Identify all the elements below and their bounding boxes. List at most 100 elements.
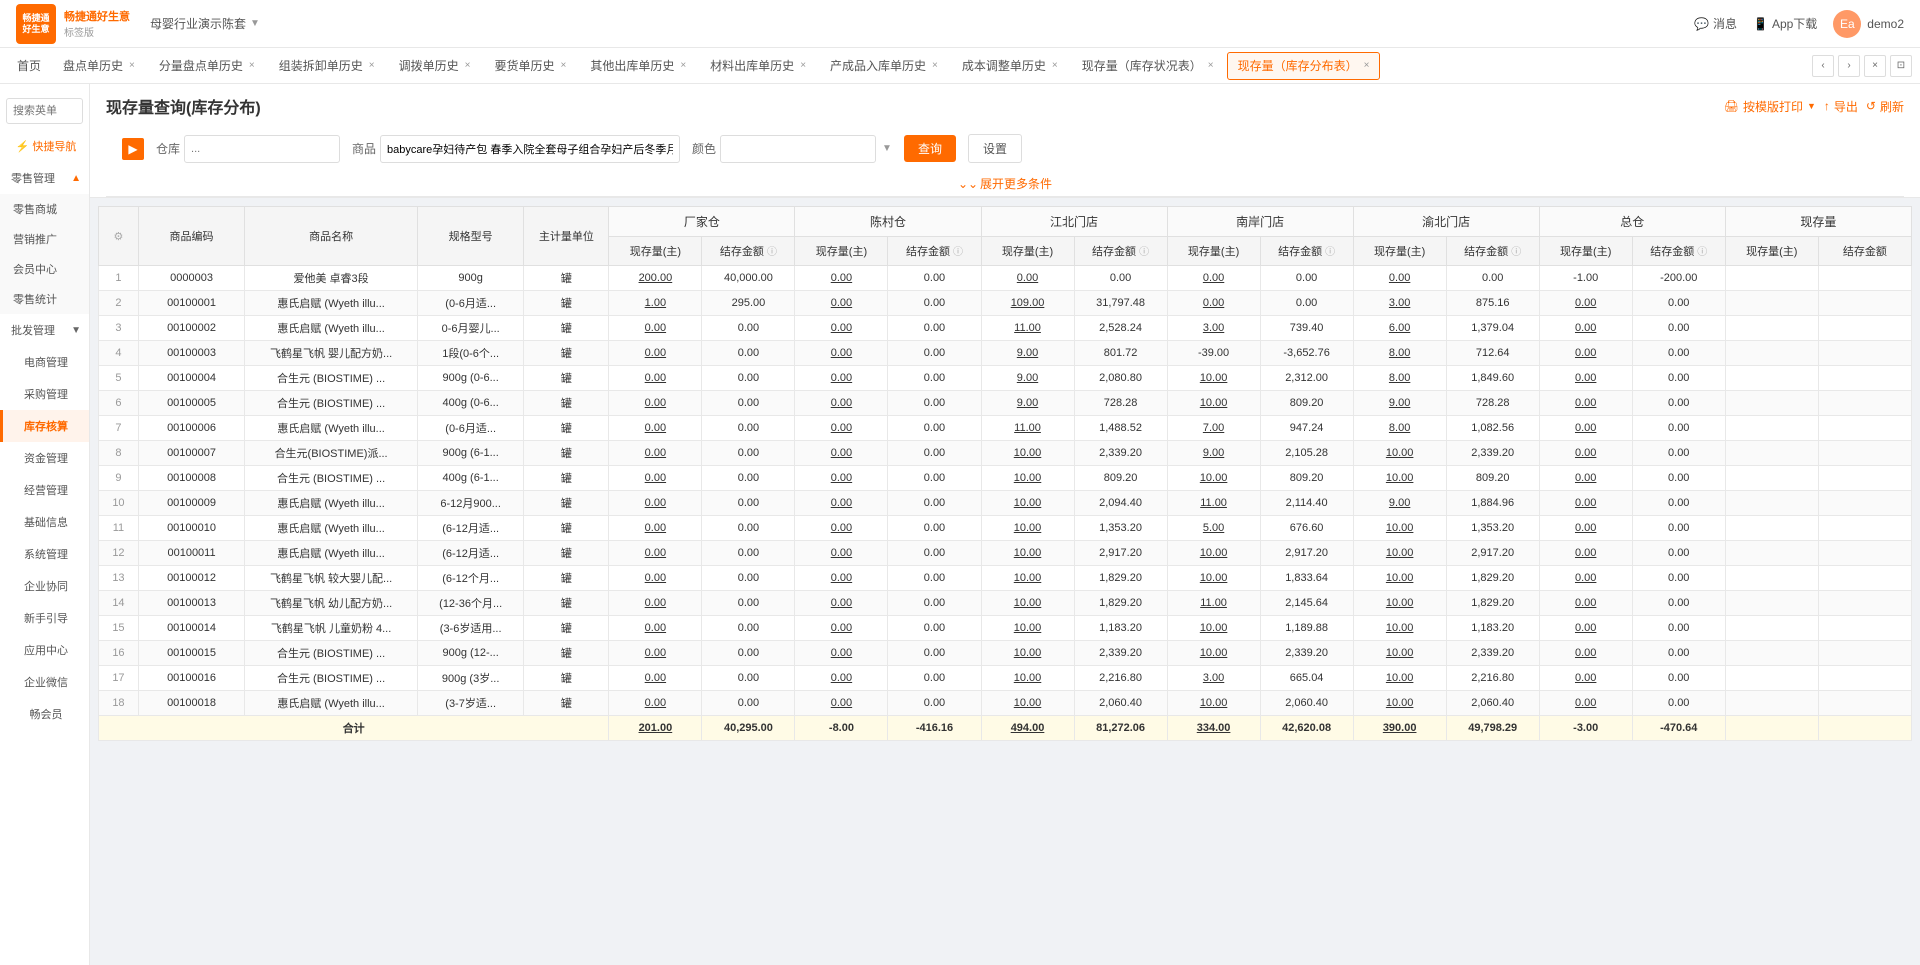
sidebar-item-marketing[interactable]: 营销推广 <box>0 224 89 254</box>
info-icon-f[interactable]: ⓘ <box>767 247 777 258</box>
data-table: ⚙ 商品编码 商品名称 规格型号 主计量单位 厂家仓 陈村仓 江北门店 南岸门店… <box>98 206 1912 741</box>
sidebar-item-company[interactable]: 企业协同 <box>0 570 89 602</box>
retail-label: 零售管理 <box>11 170 55 186</box>
tab-combo[interactable]: 组装拆卸单历史 × <box>268 52 386 80</box>
tab-purchase[interactable]: 要货单历史 × <box>483 52 577 80</box>
th-more: 现存量 <box>1725 207 1911 237</box>
logo-area: 畅捷通好生意 畅捷通好生意 标签版 母婴行业演示陈套 ▼ <box>16 4 260 44</box>
table-row: 1300100012飞鹤星飞帆 较大婴儿配...(6-12个月...罐0.000… <box>99 566 1912 591</box>
sidebar-item-ops[interactable]: 经营管理 <box>0 474 89 506</box>
tab-close[interactable]: × <box>800 60 806 71</box>
app-download-btn[interactable]: 📱 App下载 <box>1753 15 1817 32</box>
tab-close[interactable]: × <box>249 60 255 71</box>
info-icon-yb[interactable]: ⓘ <box>1511 247 1521 258</box>
tab-close[interactable]: × <box>680 60 686 71</box>
info-icon-c[interactable]: ⓘ <box>953 247 963 258</box>
sidebar-item-basic[interactable]: 基础信息 <box>0 506 89 538</box>
table-row: 500100004合生元 (BIOSTIME) ...900g (0-6...罐… <box>99 366 1912 391</box>
query-button[interactable]: 查询 <box>904 135 956 162</box>
tab-prev-btn[interactable]: ‹ <box>1812 55 1834 77</box>
filter-color: 颜色 ▼ <box>692 135 892 163</box>
tab-close[interactable]: × <box>369 60 375 71</box>
table-row: 800100007合生元(BIOSTIME)派...900g (6-1...罐0… <box>99 441 1912 466</box>
tab-close[interactable]: × <box>465 60 471 71</box>
tabbar: 首页 盘点单历史 × 分量盘点单历史 × 组装拆卸单历史 × 调拨单历史 × 要… <box>0 48 1920 84</box>
user-area[interactable]: Ea demo2 <box>1833 10 1904 38</box>
tab-transfer[interactable]: 调拨单历史 × <box>388 52 482 80</box>
wholesale-label: 批发管理 <box>11 322 55 338</box>
username: demo2 <box>1867 17 1904 31</box>
sidebar-item-retail-shop[interactable]: 零售商城 <box>0 194 89 224</box>
sidebar-item-guide[interactable]: 新手引导 <box>0 602 89 634</box>
th-settings: ⚙ <box>99 207 139 266</box>
sidebar-item-app-center[interactable]: 应用中心 <box>0 634 89 666</box>
th-yb-stock: 现存量(主) <box>1353 237 1446 266</box>
sidebar-item-retail-mgmt[interactable]: 零售管理 ▲ <box>0 162 89 194</box>
info-icon-na[interactable]: ⓘ <box>1325 247 1335 258</box>
content-area: 现存量查询(库存分布) 🖨 按模版打印 ▼ ↑ 导出 ↺ 刷新 <box>90 84 1920 965</box>
summary-na-stock[interactable]: 334.00 <box>1167 716 1260 741</box>
tab-stock-list[interactable]: 盘点单历史 × <box>52 52 146 80</box>
info-icon-t[interactable]: ⓘ <box>1697 247 1707 258</box>
sidebar-item-member[interactable]: 会员中心 <box>0 254 89 284</box>
refresh-btn[interactable]: ↺ 刷新 <box>1866 98 1904 115</box>
sidebar-item-retail-stat[interactable]: 零售统计 <box>0 284 89 314</box>
summary-jb-stock[interactable]: 494.00 <box>981 716 1074 741</box>
table-row: 1200100011惠氏启赋 (Wyeth illu...(6-12月适...罐… <box>99 541 1912 566</box>
tab-close[interactable]: × <box>1364 60 1370 71</box>
th-jb-stock: 现存量(主) <box>981 237 1074 266</box>
tab-close[interactable]: × <box>932 60 938 71</box>
settings-button[interactable]: 设置 <box>968 134 1022 163</box>
summary-c-stock[interactable]: -8.00 <box>795 716 888 741</box>
color-input[interactable] <box>720 135 876 163</box>
th-f-bal: 结存金额 ⓘ <box>702 237 795 266</box>
page-header: 现存量查询(库存分布) 🖨 按模版打印 ▼ ↑ 导出 ↺ 刷新 <box>90 84 1920 198</box>
expand-more-btn[interactable]: ⌄⌄ 展开更多条件 <box>958 175 1052 192</box>
tab-home[interactable]: 首页 <box>8 52 50 80</box>
filter-expand-arrow[interactable]: ▶ <box>122 138 144 160</box>
tab-close[interactable]: × <box>129 60 135 71</box>
th-jb-bal: 结存金额 ⓘ <box>1074 237 1167 266</box>
tab-produce-in[interactable]: 产成品入库单历史 × <box>819 52 949 80</box>
sidebar-item-purchase[interactable]: 采购管理 <box>0 378 89 410</box>
tab-close[interactable]: × <box>1052 60 1058 71</box>
industry-dropdown[interactable]: 母婴行业演示陈套 ▼ <box>150 15 260 32</box>
summary-yb-stock[interactable]: 390.00 <box>1353 716 1446 741</box>
export-btn[interactable]: ↑ 导出 <box>1824 98 1858 115</box>
print-btn[interactable]: 🖨 按模版打印 ▼ <box>1724 98 1816 115</box>
sidebar-item-member2[interactable]: 畅会员 <box>0 698 89 730</box>
tab-close[interactable]: × <box>1208 60 1214 71</box>
summary-f-stock[interactable]: 201.00 <box>609 716 702 741</box>
sidebar-item-nav[interactable]: ⚡ 快捷导航 <box>0 130 89 162</box>
tab-close[interactable]: × <box>560 60 566 71</box>
info-icon-jb[interactable]: ⓘ <box>1139 247 1149 258</box>
tab-stock-sub[interactable]: 分量盘点单历史 × <box>148 52 266 80</box>
th-spec: 规格型号 <box>417 207 523 266</box>
sidebar-item-sys[interactable]: 系统管理 <box>0 538 89 570</box>
table-row: 10000003爱他美 卓睿3段900g罐200.0040,000.000.00… <box>99 266 1912 291</box>
tab-material[interactable]: 材料出库单历史 × <box>699 52 817 80</box>
tab-stock-status[interactable]: 现存量（库存状况表） × <box>1071 52 1225 80</box>
tab-other-out[interactable]: 其他出库单历史 × <box>579 52 697 80</box>
tab-stock-dist[interactable]: 现存量（库存分布表） × <box>1227 52 1381 80</box>
goods-input[interactable] <box>380 135 680 163</box>
sidebar-item-wholesale[interactable]: 批发管理 ▼ <box>0 314 89 346</box>
summary-na-bal: 42,620.08 <box>1260 716 1353 741</box>
export-icon: ↑ <box>1824 99 1830 113</box>
warehouse-input[interactable] <box>184 135 340 163</box>
nav-icon: ⚡ <box>16 141 30 153</box>
sidebar-search-area <box>0 92 89 130</box>
tab-cost-adjust[interactable]: 成本调整单历史 × <box>951 52 1069 80</box>
message-btn[interactable]: 💬 消息 <box>1694 15 1737 32</box>
sidebar-item-wechat[interactable]: 企业微信 <box>0 666 89 698</box>
col-settings-icon[interactable]: ⚙ <box>114 231 124 243</box>
sidebar-item-ecom[interactable]: 电商管理 <box>0 346 89 378</box>
tab-next-btn[interactable]: › <box>1838 55 1860 77</box>
sidebar-item-stock-check[interactable]: 库存核算 <box>0 410 89 442</box>
summary-t-stock[interactable]: -3.00 <box>1539 716 1632 741</box>
search-input[interactable] <box>6 98 83 124</box>
summary-yb-bal: 49,798.29 <box>1446 716 1539 741</box>
sidebar-item-finance[interactable]: 资金管理 <box>0 442 89 474</box>
tab-close-btn[interactable]: × <box>1864 55 1886 77</box>
tab-expand-btn[interactable]: ⊡ <box>1890 55 1912 77</box>
